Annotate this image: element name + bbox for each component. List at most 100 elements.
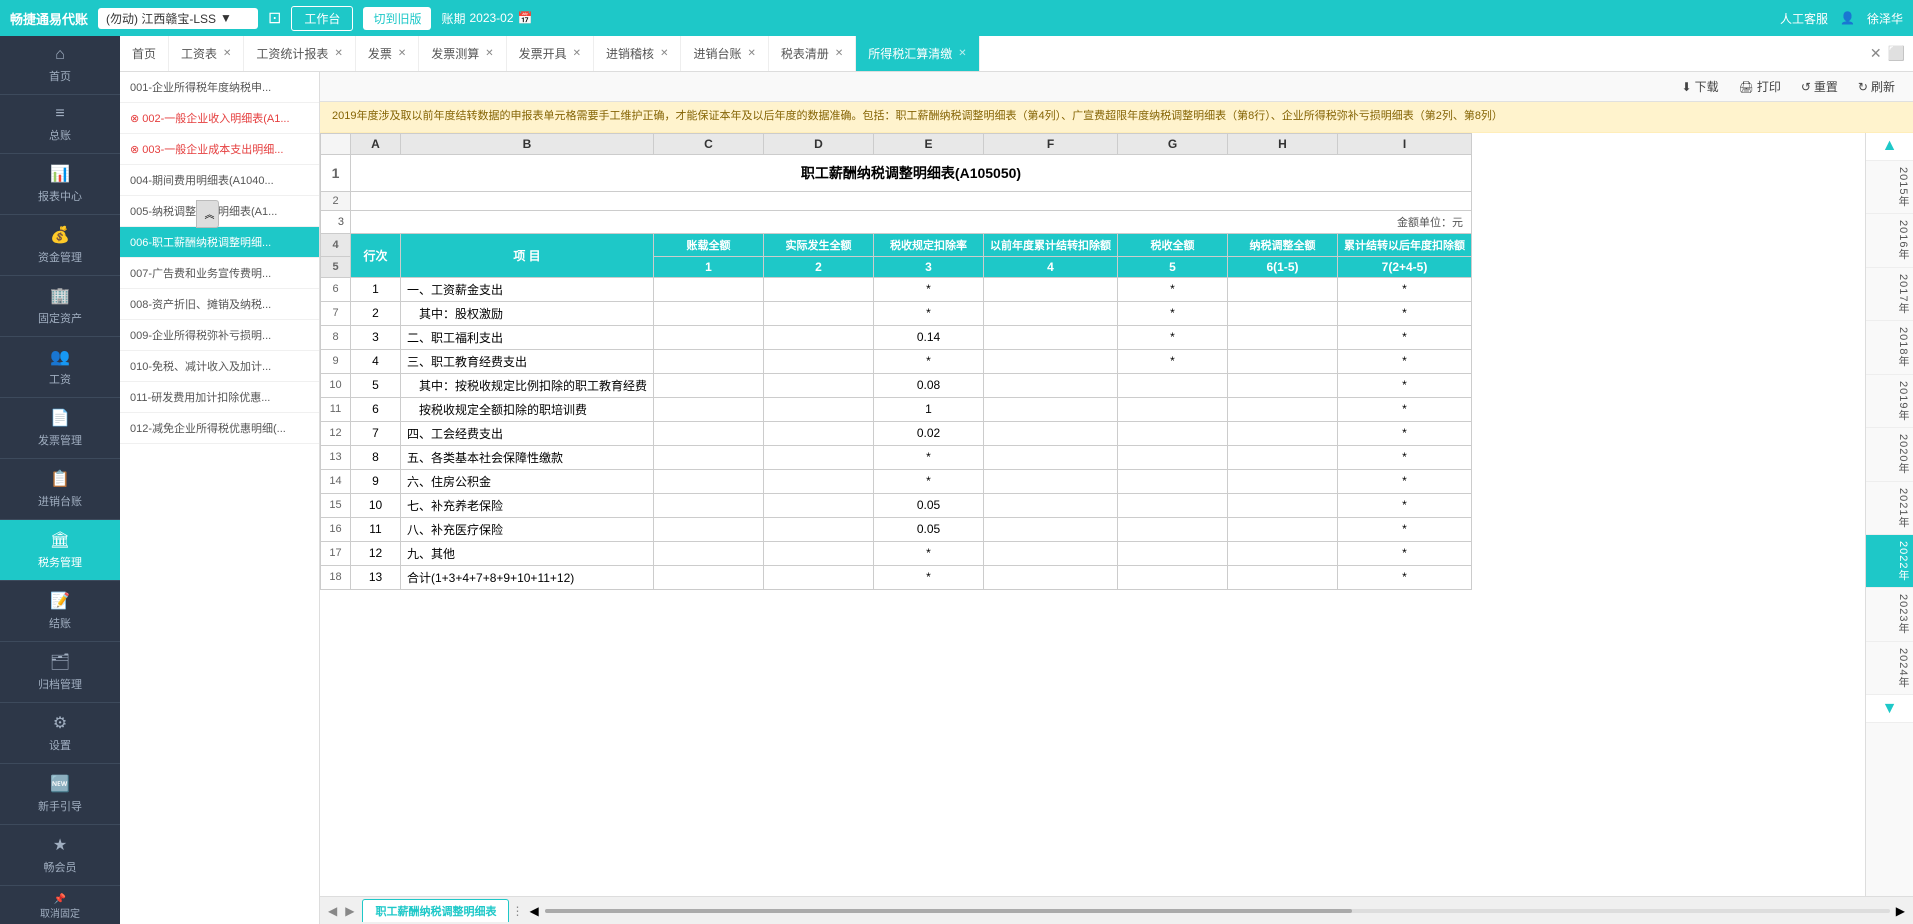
close-tab-invoice[interactable]: ✕ <box>398 48 406 59</box>
sidebar-label-settings: 设置 <box>49 737 71 753</box>
sidebar-item-salary[interactable]: 👥 工资 <box>0 337 120 398</box>
sidebar-item-guide[interactable]: 🆕 新手引导 <box>0 764 120 825</box>
tab-salary-report[interactable]: 工资统计报表 ✕ <box>244 36 355 71</box>
left-nav-005[interactable]: 005-纳税调整项目明细表(A1... <box>120 196 319 227</box>
left-nav-002[interactable]: ⊗002-一般企业收入明细表(A1... <box>120 103 319 134</box>
year-2016[interactable]: 2016年 <box>1866 214 1913 267</box>
year-2017[interactable]: 2017年 <box>1866 268 1913 321</box>
tab-ps-ledger[interactable]: 进销台账 ✕ <box>681 36 768 71</box>
close-tab-income-tax[interactable]: ✕ <box>958 48 966 59</box>
table-wrapper[interactable]: A B C D E F G H I <box>320 133 1865 896</box>
sidebar-item-asset[interactable]: 🏢 固定资产 <box>0 276 120 337</box>
sidebar-label-fund: 资金管理 <box>38 249 82 265</box>
reset-button[interactable]: ↺ 重置 <box>1795 76 1844 97</box>
sidebar-item-purchase-sales[interactable]: 📋 进销台账 <box>0 459 120 520</box>
sidebar-item-settings[interactable]: ⚙ 设置 <box>0 703 120 764</box>
year-2023[interactable]: 2023年 <box>1866 588 1913 641</box>
year-nav-down[interactable]: ▼ <box>1866 695 1913 723</box>
sheet-tab-bar: ◀ ▶ 职工薪酬纳税调整明细表 ⋮ ◀ ▶ <box>320 896 1913 924</box>
close-tab-ps-audit[interactable]: ✕ <box>660 48 668 59</box>
col-seq-header: 行次 <box>351 233 401 277</box>
left-nav-006[interactable]: 006-职工薪酬纳税调整明细... <box>120 227 319 258</box>
sidebar-label-salary: 工资 <box>49 371 71 387</box>
close-tab-ps-ledger[interactable]: ✕ <box>747 48 755 59</box>
top-bar-right: 人工客服 👤 徐泽华 <box>1780 10 1903 27</box>
sidebar-item-member[interactable]: ★ 畅会员 <box>0 825 120 886</box>
scroll-left-icon[interactable]: ◀ <box>529 904 538 918</box>
asset-icon: 🏢 <box>50 286 70 306</box>
col-item-header: 项 目 <box>401 233 654 277</box>
tab-invoice[interactable]: 发票 ✕ <box>356 36 419 71</box>
close-tab-salary-report[interactable]: ✕ <box>334 48 342 59</box>
year-2021[interactable]: 2021年 <box>1866 482 1913 535</box>
support-link[interactable]: 人工客服 <box>1780 10 1828 27</box>
year-2015[interactable]: 2015年 <box>1866 161 1913 214</box>
left-nav-011[interactable]: 011-研发费用加计扣除优惠... <box>120 382 319 413</box>
copy-icon[interactable]: ⊡ <box>268 8 281 28</box>
switch-old-button[interactable]: 切到旧版 <box>363 7 431 30</box>
left-nav-007[interactable]: 007-广告费和业务宣传费明... <box>120 258 319 289</box>
close-all-icon[interactable]: ✕ <box>1870 45 1882 62</box>
year-2020[interactable]: 2020年 <box>1866 428 1913 481</box>
sidebar-item-close[interactable]: 📝 结账 <box>0 581 120 642</box>
maximize-icon[interactable]: ⬜ <box>1888 45 1905 62</box>
sheet-tab-main[interactable]: 职工薪酬纳税调整明细表 <box>362 899 509 922</box>
year-2024[interactable]: 2024年 <box>1866 642 1913 695</box>
close-tab-tax-register[interactable]: ✕ <box>835 48 843 59</box>
table-header-row1: 4 行次 项 目 账载全额 实际发生全额 税收规定扣除率 以前年度累计结转扣除额… <box>321 233 1472 256</box>
sheet-options-icon[interactable]: ⋮ <box>511 904 523 918</box>
print-button[interactable]: 🖨 打印 <box>1733 76 1787 97</box>
year-2019[interactable]: 2019年 <box>1866 375 1913 428</box>
guide-icon: 🆕 <box>50 774 70 794</box>
tab-income-tax[interactable]: 所得税汇算清缴 ✕ <box>856 36 979 71</box>
sheet-nav-left[interactable]: ◀ <box>328 904 337 918</box>
sheet-nav-right[interactable]: ▶ <box>345 904 354 918</box>
download-button[interactable]: ⬇ 下载 <box>1676 76 1725 97</box>
close-tab-invoice-calc[interactable]: ✕ <box>485 48 493 59</box>
sheet-table: A B C D E F G H I <box>320 133 1472 590</box>
tab-home[interactable]: 首页 <box>120 36 169 71</box>
sidebar-item-archive[interactable]: 🗂 归档管理 <box>0 642 120 703</box>
left-nav-009[interactable]: 009-企业所得税弥补亏损明... <box>120 320 319 351</box>
tab-salary[interactable]: 工资表 ✕ <box>169 36 244 71</box>
page-content: 001-企业所得税年度纳税申... ⊗002-一般企业收入明细表(A1... ⊗… <box>120 72 1913 924</box>
refresh-button[interactable]: ↻ 刷新 <box>1852 76 1901 97</box>
scroll-thumb <box>545 909 1352 913</box>
year-nav-up[interactable]: ▲ <box>1866 133 1913 161</box>
left-nav-010[interactable]: 010-免税、减计收入及加计... <box>120 351 319 382</box>
sidebar-item-ledger[interactable]: ≡ 总账 <box>0 95 120 154</box>
scroll-right-icon[interactable]: ▶ <box>1896 904 1905 918</box>
close-tab-salary[interactable]: ✕ <box>223 48 231 59</box>
left-nav-003[interactable]: ⊗003-一般企业成本支出明细... <box>120 134 319 165</box>
table-unit-row: 3 金额单位：元 <box>321 210 1472 233</box>
year-2022[interactable]: 2022年 <box>1866 535 1913 588</box>
cancel-fixed[interactable]: 📌 取消固定 <box>0 886 120 924</box>
warning-text: 2019年度涉及取以前年度结转数据的申报表单元格需要手工维护正确，才能保证本年及… <box>332 110 1503 122</box>
company-selector[interactable]: (勿动) 江西赣宝-LSS ▼ <box>98 8 258 29</box>
workspace-button[interactable]: 工作台 <box>291 6 353 31</box>
scroll-bar[interactable] <box>545 909 1890 913</box>
tab-ps-audit[interactable]: 进销稽核 ✕ <box>594 36 681 71</box>
sidebar-item-invoice[interactable]: 📄 发票管理 <box>0 398 120 459</box>
tab-invoice-calc[interactable]: 发票测算 ✕ <box>419 36 506 71</box>
sidebar-item-fund[interactable]: 💰 资金管理 <box>0 215 120 276</box>
left-nav-001[interactable]: 001-企业所得税年度纳税申... <box>120 72 319 103</box>
year-2018[interactable]: 2018年 <box>1866 321 1913 374</box>
archive-icon: 🗂 <box>50 652 70 672</box>
left-nav-004[interactable]: 004-期间费用明细表(A1040... <box>120 165 319 196</box>
tab-invoice-issue[interactable]: 发票开具 ✕ <box>507 36 594 71</box>
left-nav-012[interactable]: 012-减免企业所得税优惠明细(... <box>120 413 319 444</box>
close-tab-invoice-issue[interactable]: ✕ <box>573 48 581 59</box>
table-row: 11 6 按税收规定全额扣除的职培训费 1 <box>321 397 1472 421</box>
col-c-header: 账载全额 <box>654 233 764 256</box>
collapse-left-nav[interactable]: 《 <box>196 200 219 228</box>
sidebar-item-home[interactable]: ⌂ 首页 <box>0 36 120 95</box>
sidebar: ⌂ 首页 ≡ 总账 📊 报表中心 💰 资金管理 🏢 固定资产 👥 工资 <box>0 36 120 924</box>
col-i-header: 累计结转以后年度扣除额 <box>1338 233 1472 256</box>
tab-tax-register[interactable]: 税表清册 ✕ <box>769 36 856 71</box>
warning-bar: 2019年度涉及取以前年度结转数据的申报表单元格需要手工维护正确，才能保证本年及… <box>320 102 1913 133</box>
left-nav-008[interactable]: 008-资产折旧、摊销及纳税... <box>120 289 319 320</box>
sidebar-label-home: 首页 <box>49 68 71 84</box>
sidebar-item-tax[interactable]: 🏛 税务管理 <box>0 520 120 581</box>
sidebar-item-report[interactable]: 📊 报表中心 <box>0 154 120 215</box>
